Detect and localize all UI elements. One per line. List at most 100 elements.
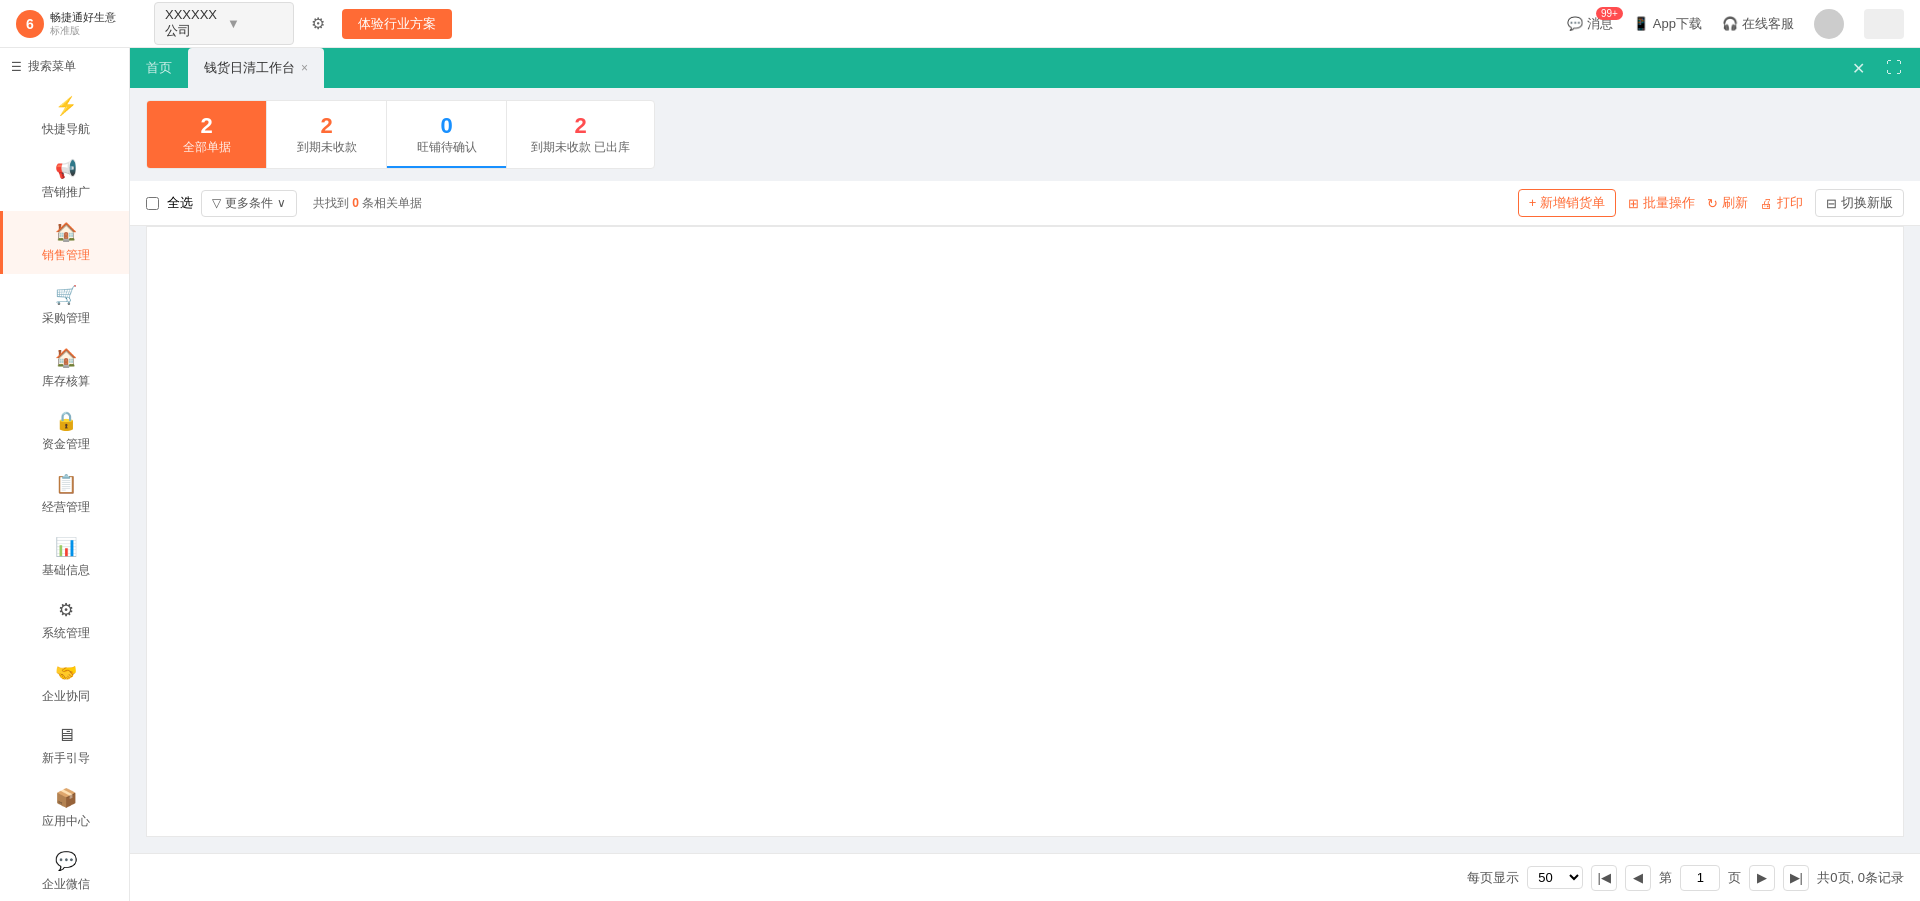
operations-label: 经营管理: [42, 499, 90, 516]
basic-info-icon: 📊: [55, 536, 77, 558]
sidebar-item-marketing[interactable]: 📢 营销推广: [0, 148, 129, 211]
next-page-btn[interactable]: ▶: [1749, 865, 1775, 891]
message-badge: 99+: [1596, 7, 1623, 20]
tab-close-btn[interactable]: ✕: [1844, 54, 1872, 82]
page-number-input[interactable]: 1: [1680, 865, 1720, 891]
sidebar-item-wechat[interactable]: 💬 企业微信: [0, 840, 129, 901]
per-page-select[interactable]: 50 20 100: [1527, 866, 1583, 889]
sidebar-item-sales[interactable]: 🏠 销售管理: [0, 211, 129, 274]
sidebar-item-system[interactable]: ⚙ 系统管理: [0, 589, 129, 652]
sidebar-item-basic-info[interactable]: 📊 基础信息: [0, 526, 129, 589]
more-filter-btn[interactable]: ▽ 更多条件 ∨: [201, 190, 297, 217]
quick-nav-label: 快捷导航: [42, 121, 90, 138]
stat-overdue-unshipped-num: 2: [531, 113, 630, 139]
batch-label: 批量操作: [1643, 194, 1695, 212]
search-icon: ☰: [11, 60, 22, 74]
pagination-bar: 每页显示 50 20 100 |◀ ◀ 第 1 页 ▶ ▶| 共0页, 0条记录: [130, 853, 1920, 901]
cooperation-label: 企业协同: [42, 688, 90, 705]
select-all-label: 全选: [167, 194, 193, 212]
sales-icon: 🏠: [55, 221, 77, 243]
settings-button[interactable]: ⚙: [302, 8, 334, 40]
more-filter-label: 更多条件: [225, 195, 273, 212]
cooperation-icon: 🤝: [55, 662, 77, 684]
sidebar-item-purchase[interactable]: 🛒 采购管理: [0, 274, 129, 337]
sidebar-item-guide[interactable]: 🖥 新手引导: [0, 715, 129, 777]
empty-table-area: [146, 226, 1904, 837]
first-page-btn[interactable]: |◀: [1591, 865, 1617, 891]
tab-workbench[interactable]: 钱货日清工作台 ×: [188, 48, 324, 88]
app-download-btn[interactable]: 📱 App下载: [1633, 15, 1702, 33]
print-icon: 🖨: [1760, 196, 1773, 211]
download-icon: 📱: [1633, 16, 1649, 31]
app-center-label: 应用中心: [42, 813, 90, 830]
basic-info-label: 基础信息: [42, 562, 90, 579]
wechat-icon: 💬: [55, 850, 77, 872]
stat-pending-confirm-label: 旺铺待确认: [417, 140, 477, 154]
tab-bar-actions: ✕ ⛶: [1844, 54, 1920, 82]
sidebar-item-finance[interactable]: 🔒 资金管理: [0, 400, 129, 463]
sidebar-item-operations[interactable]: 📋 经营管理: [0, 463, 129, 526]
tab-workbench-close[interactable]: ×: [301, 61, 308, 75]
header-right: 💬 消息 99+ 📱 App下载 🎧 在线客服: [1567, 9, 1904, 39]
toolbar-right: + 新增销货单 ⊞ 批量操作 ↻ 刷新 🖨 打印 ⊟: [1518, 189, 1904, 217]
company-name: XXXXXX公司: [165, 7, 221, 40]
system-icon: ⚙: [58, 599, 74, 621]
company-selector[interactable]: XXXXXX公司 ▼: [154, 2, 294, 45]
logo-icon: 6: [16, 10, 44, 38]
add-sales-order-btn[interactable]: + 新增销货单: [1518, 189, 1616, 217]
sidebar-item-search[interactable]: ☰ 搜索菜单: [0, 48, 129, 85]
quick-nav-icon: ⚡: [55, 95, 77, 117]
logo-area: 6 畅捷通好生意 标准版: [16, 10, 146, 38]
guide-label: 新手引导: [42, 750, 90, 767]
switch-version-btn[interactable]: ⊟ 切换新版: [1815, 189, 1904, 217]
stat-pending-confirm-num: 0: [411, 113, 482, 139]
message-icon: 💬: [1567, 16, 1583, 31]
sidebar-item-inventory[interactable]: 🏠 库存核算: [0, 337, 129, 400]
switch-icon: ⊟: [1826, 196, 1837, 211]
tab-maximize-btn[interactable]: ⛶: [1880, 54, 1908, 82]
stat-overdue-unshipped[interactable]: 2 到期未收款 已出库: [507, 101, 654, 168]
sidebar: ☰ 搜索菜单 ⚡ 快捷导航 📢 营销推广 🏠 销售管理 🛒 采购管理 🏠 库存核…: [0, 48, 130, 901]
prev-page-btn[interactable]: ◀: [1625, 865, 1651, 891]
select-all-checkbox[interactable]: [146, 197, 159, 210]
filter-icon: ▽: [212, 196, 221, 210]
batch-operation-btn[interactable]: ⊞ 批量操作: [1628, 194, 1695, 212]
service-icon: 🎧: [1722, 16, 1738, 31]
online-service-btn[interactable]: 🎧 在线客服: [1722, 15, 1794, 33]
finance-label: 资金管理: [42, 436, 90, 453]
marketing-label: 营销推广: [42, 184, 90, 201]
refresh-btn[interactable]: ↻ 刷新: [1707, 194, 1748, 212]
logo-text: 畅捷通好生意 标准版: [50, 10, 116, 37]
refresh-label: 刷新: [1722, 194, 1748, 212]
sidebar-item-quick-nav[interactable]: ⚡ 快捷导航: [0, 85, 129, 148]
operations-icon: 📋: [55, 473, 77, 495]
page-content: 2 全部单据 2 到期未收款 0 旺铺待确认 2 到期未收款 已出库: [130, 88, 1920, 901]
purchase-icon: 🛒: [55, 284, 77, 306]
online-service-label: 在线客服: [1742, 15, 1794, 33]
stat-pending-confirm[interactable]: 0 旺铺待确认: [387, 101, 507, 168]
user-menu[interactable]: [1864, 9, 1904, 39]
message-btn[interactable]: 💬 消息 99+: [1567, 15, 1613, 33]
print-btn[interactable]: 🖨 打印: [1760, 194, 1803, 212]
top-header: 6 畅捷通好生意 标准版 XXXXXX公司 ▼ ⚙ 体验行业方案 💬 消息 99…: [0, 0, 1920, 48]
page-label-end: 页: [1728, 869, 1741, 887]
avatar[interactable]: [1814, 9, 1844, 39]
stat-overdue-unshipped-label: 到期未收款 已出库: [531, 140, 630, 154]
last-page-btn[interactable]: ▶|: [1783, 865, 1809, 891]
tab-home[interactable]: 首页: [130, 48, 188, 88]
found-suffix: 条相关单据: [362, 196, 422, 210]
trial-btn[interactable]: 体验行业方案: [342, 9, 452, 39]
sidebar-item-cooperation[interactable]: 🤝 企业协同: [0, 652, 129, 715]
found-text: 共找到 0 条相关单据: [313, 195, 422, 212]
stat-overdue-unpaid-label: 到期未收款: [297, 140, 357, 154]
stat-overdue-unpaid[interactable]: 2 到期未收款: [267, 101, 387, 168]
company-dropdown-arrow: ▼: [227, 16, 283, 31]
found-prefix: 共找到: [313, 196, 349, 210]
inventory-label: 库存核算: [42, 373, 90, 390]
stat-all[interactable]: 2 全部单据: [147, 101, 267, 168]
system-label: 系统管理: [42, 625, 90, 642]
sales-label: 销售管理: [42, 247, 90, 264]
stats-row: 2 全部单据 2 到期未收款 0 旺铺待确认 2 到期未收款 已出库: [130, 88, 1920, 181]
sidebar-item-app-center[interactable]: 📦 应用中心: [0, 777, 129, 840]
batch-icon: ⊞: [1628, 196, 1639, 211]
